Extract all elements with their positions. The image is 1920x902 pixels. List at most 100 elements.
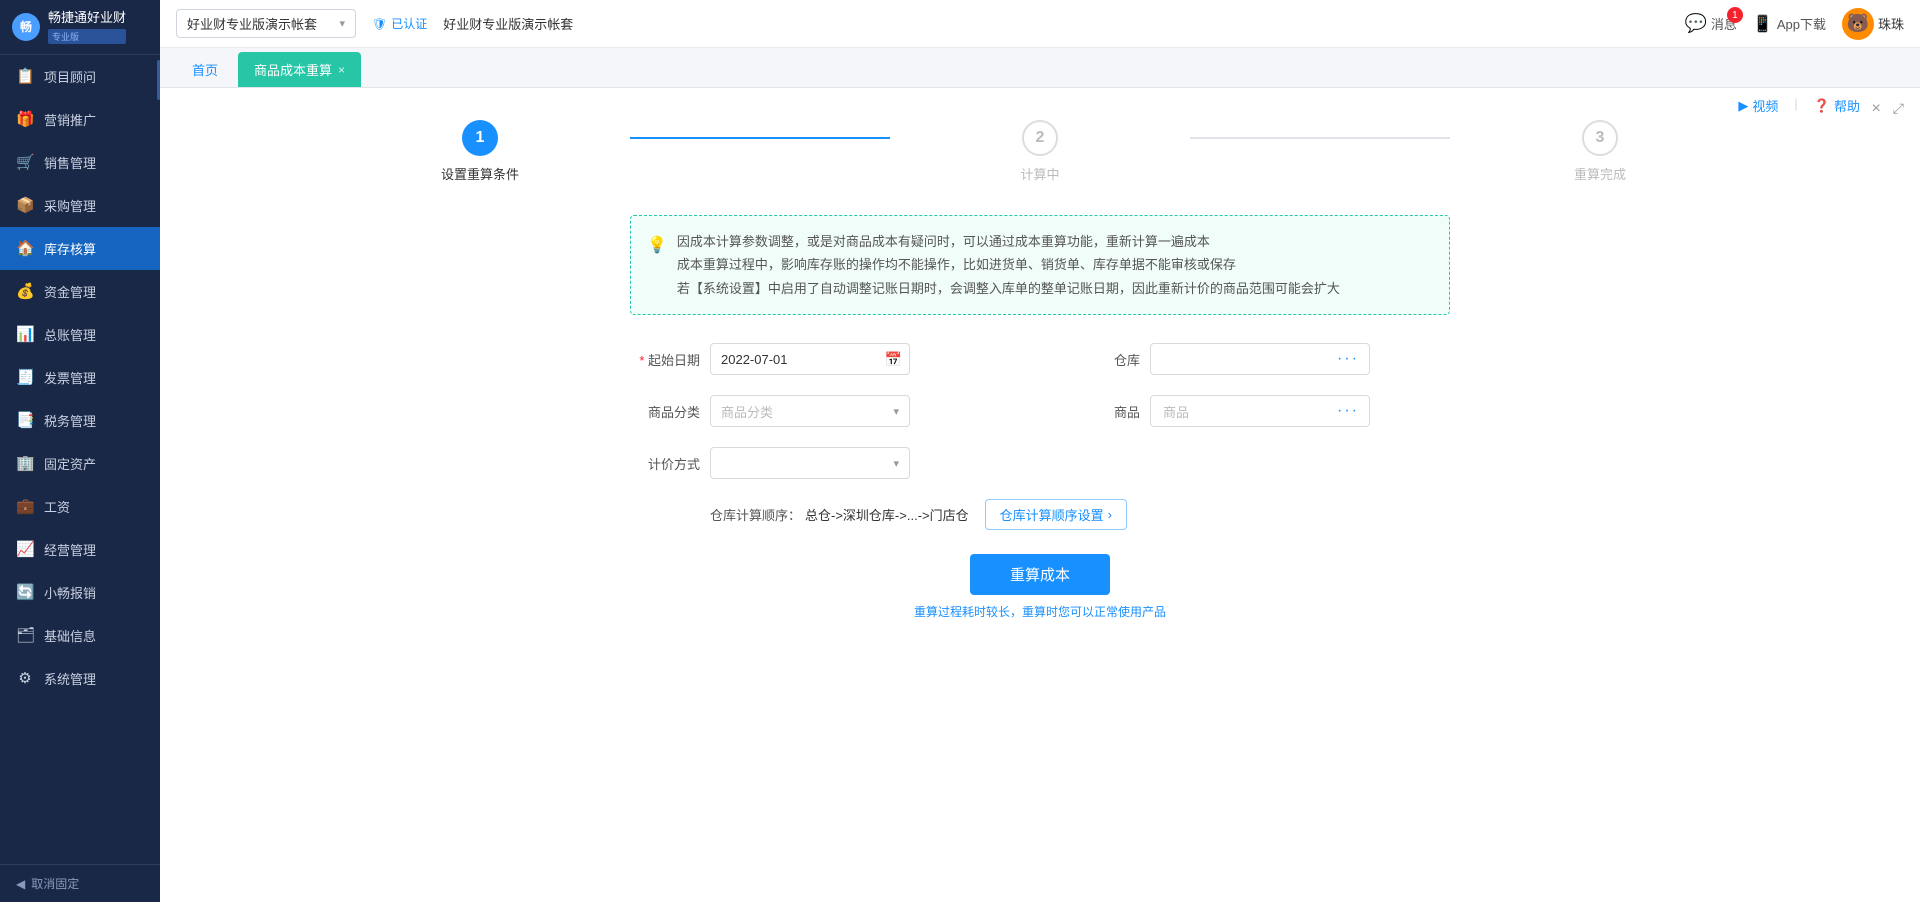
form-group-start-date: * 起始日期 📅	[630, 343, 1010, 375]
marketing-icon: 🎁	[16, 110, 34, 128]
form-group-warehouse: 仓库 ···	[1070, 343, 1450, 375]
phone-icon: 📱	[1753, 14, 1773, 34]
sidebar-item-salary[interactable]: 💼 工资	[0, 485, 160, 528]
category-placeholder: 商品分类	[721, 402, 773, 421]
help-doc-label: 帮助	[1834, 96, 1860, 115]
recalculate-hint: 重算过程耗时较长，重算时您可以正常使用产品	[630, 603, 1450, 620]
help-video-label: 视频	[1752, 96, 1778, 115]
tab-close-icon[interactable]: ×	[338, 63, 345, 77]
step-2-circle: 2	[1022, 120, 1058, 156]
sidebar-item-label: 工资	[44, 497, 70, 516]
app-download-label: App下载	[1777, 14, 1826, 33]
invoice-icon: 🧾	[16, 368, 34, 386]
sidebar-item-inventory[interactable]: 🏠 库存核算	[0, 227, 160, 270]
tax-icon: 📑	[16, 411, 34, 429]
sidebar-item-label: 库存核算	[44, 239, 96, 258]
sidebar-item-system[interactable]: ⚙ 系统管理	[0, 657, 160, 700]
start-date-input[interactable]	[710, 343, 910, 375]
sidebar-item-finance[interactable]: 💰 资金管理	[0, 270, 160, 313]
goods-dots-icon: ···	[1337, 402, 1359, 420]
sidebar-footer[interactable]: ◀ 取消固定	[0, 864, 160, 902]
expand-window-icon[interactable]: ⤢	[1893, 100, 1904, 118]
verified-badge: 🛡 已认证	[364, 13, 435, 34]
category-select[interactable]: 商品分类 ▾	[710, 395, 910, 427]
sidebar-item-label: 税务管理	[44, 411, 96, 430]
notice-icon: 💡	[647, 232, 667, 300]
sidebar-item-business[interactable]: 📈 经营管理	[0, 528, 160, 571]
account-chevron-icon: ▾	[339, 17, 345, 30]
sidebar-item-label: 发票管理	[44, 368, 96, 387]
app-download-action[interactable]: 📱 App下载	[1753, 14, 1826, 34]
sidebar-item-assets[interactable]: 🏢 固定资产	[0, 442, 160, 485]
notice-line-1: 因成本计算参数调整，或是对商品成本有疑问时，可以通过成本重算功能，重新计算一遍成…	[677, 230, 1340, 253]
step-1: 1 设置重算条件	[330, 120, 630, 183]
recalculate-button[interactable]: 重算成本	[970, 554, 1110, 595]
close-window-icon[interactable]: ×	[1871, 100, 1880, 118]
warehouse-label: 仓库	[1070, 350, 1140, 369]
account-selector[interactable]: 好业财专业版演示帐套 ▾	[176, 9, 356, 38]
sidebar-item-accounting[interactable]: 📊 总账管理	[0, 313, 160, 356]
required-star: *	[639, 353, 648, 368]
sidebar-item-label: 总账管理	[44, 325, 96, 344]
purchase-icon: 📦	[16, 196, 34, 214]
sidebar-item-purchase[interactable]: 📦 采购管理	[0, 184, 160, 227]
sales-icon: 🛒	[16, 153, 34, 171]
tab-home[interactable]: 首页	[176, 52, 234, 87]
pricing-chevron-icon: ▾	[893, 457, 899, 470]
sidebar-item-project[interactable]: 📋 项目顾问	[0, 55, 160, 98]
form-group-goods: 商品 商品 ···	[1070, 395, 1450, 427]
sidebar-item-tax[interactable]: 📑 税务管理	[0, 399, 160, 442]
step-1-number: 1	[476, 129, 485, 147]
sidebar-item-expense[interactable]: 🔄 小畅报销	[0, 571, 160, 614]
user-avatar: 🐻	[1842, 8, 1874, 40]
warehouse-order-content: 仓库计算顺序： 总仓->深圳仓库->...->门店仓 仓库计算顺序设置 ›	[710, 499, 1450, 530]
system-icon: ⚙	[16, 669, 34, 687]
user-name: 珠珠	[1878, 14, 1904, 33]
form-row-1: * 起始日期 📅 仓库 ···	[630, 343, 1450, 375]
expense-icon: 🔄	[16, 583, 34, 601]
sidebar-item-label: 基础信息	[44, 626, 96, 645]
sidebar-item-label: 小畅报销	[44, 583, 96, 602]
tab-bar: 首页 商品成本重算 ×	[160, 48, 1920, 88]
window-controls: × ⤢	[1871, 100, 1904, 118]
step-2-label: 计算中	[1020, 164, 1059, 183]
warehouse-order-settings-button[interactable]: 仓库计算顺序设置 ›	[985, 499, 1127, 530]
help-video-link[interactable]: ▶ 视频	[1738, 96, 1778, 115]
step-line-2	[1190, 137, 1450, 139]
user-profile[interactable]: 🐻 珠珠	[1842, 8, 1904, 40]
goods-placeholder: 商品	[1161, 402, 1189, 421]
step-2: 2 计算中	[890, 120, 1190, 183]
sidebar-logo: 畅 畅捷通好业财 专业版	[0, 0, 160, 55]
step-1-label: 设置重算条件	[441, 164, 519, 183]
message-icon: 💬	[1684, 13, 1706, 34]
arrow-right-icon: ›	[1108, 507, 1112, 522]
salary-icon: 💼	[16, 497, 34, 515]
message-action[interactable]: 💬 消息 1	[1684, 13, 1736, 34]
sidebar-item-label: 系统管理	[44, 669, 96, 688]
pricing-select[interactable]: ▾	[710, 447, 910, 479]
sidebar-item-marketing[interactable]: 🎁 营销推广	[0, 98, 160, 141]
form-row-warehouse-order: 仓库计算顺序： 总仓->深圳仓库->...->门店仓 仓库计算顺序设置 ›	[630, 499, 1450, 530]
calendar-icon[interactable]: 📅	[885, 351, 902, 368]
account-selector-text: 好业财专业版演示帐套	[187, 14, 317, 33]
goods-select[interactable]: 商品 ···	[1150, 395, 1370, 427]
inventory-icon: 🏠	[16, 239, 34, 257]
sidebar-item-sales[interactable]: 🛒 销售管理	[0, 141, 160, 184]
start-date-input-wrapper: 📅	[710, 343, 910, 375]
assets-icon: 🏢	[16, 454, 34, 472]
sidebar-item-invoice[interactable]: 🧾 发票管理	[0, 356, 160, 399]
tab-cost-recalculate[interactable]: 商品成本重算 ×	[238, 52, 361, 87]
warehouse-select[interactable]: ···	[1150, 343, 1370, 375]
form-container: * 起始日期 📅 仓库 ··· 商品分类	[630, 343, 1450, 620]
project-icon: 📋	[16, 67, 34, 85]
company-name: 好业财专业版演示帐套	[443, 14, 573, 33]
help-doc-link[interactable]: ❓ 帮助	[1814, 96, 1860, 115]
home-tab-label: 首页	[192, 60, 218, 79]
sidebar-item-label: 采购管理	[44, 196, 96, 215]
category-label: 商品分类	[630, 402, 700, 421]
sidebar-item-label: 营销推广	[44, 110, 96, 129]
logo-badge: 专业版	[48, 29, 126, 44]
step-3-circle: 3	[1582, 120, 1618, 156]
logo-text: 畅捷通好业财	[48, 10, 126, 27]
sidebar-item-basic[interactable]: 🗂 基础信息	[0, 614, 160, 657]
